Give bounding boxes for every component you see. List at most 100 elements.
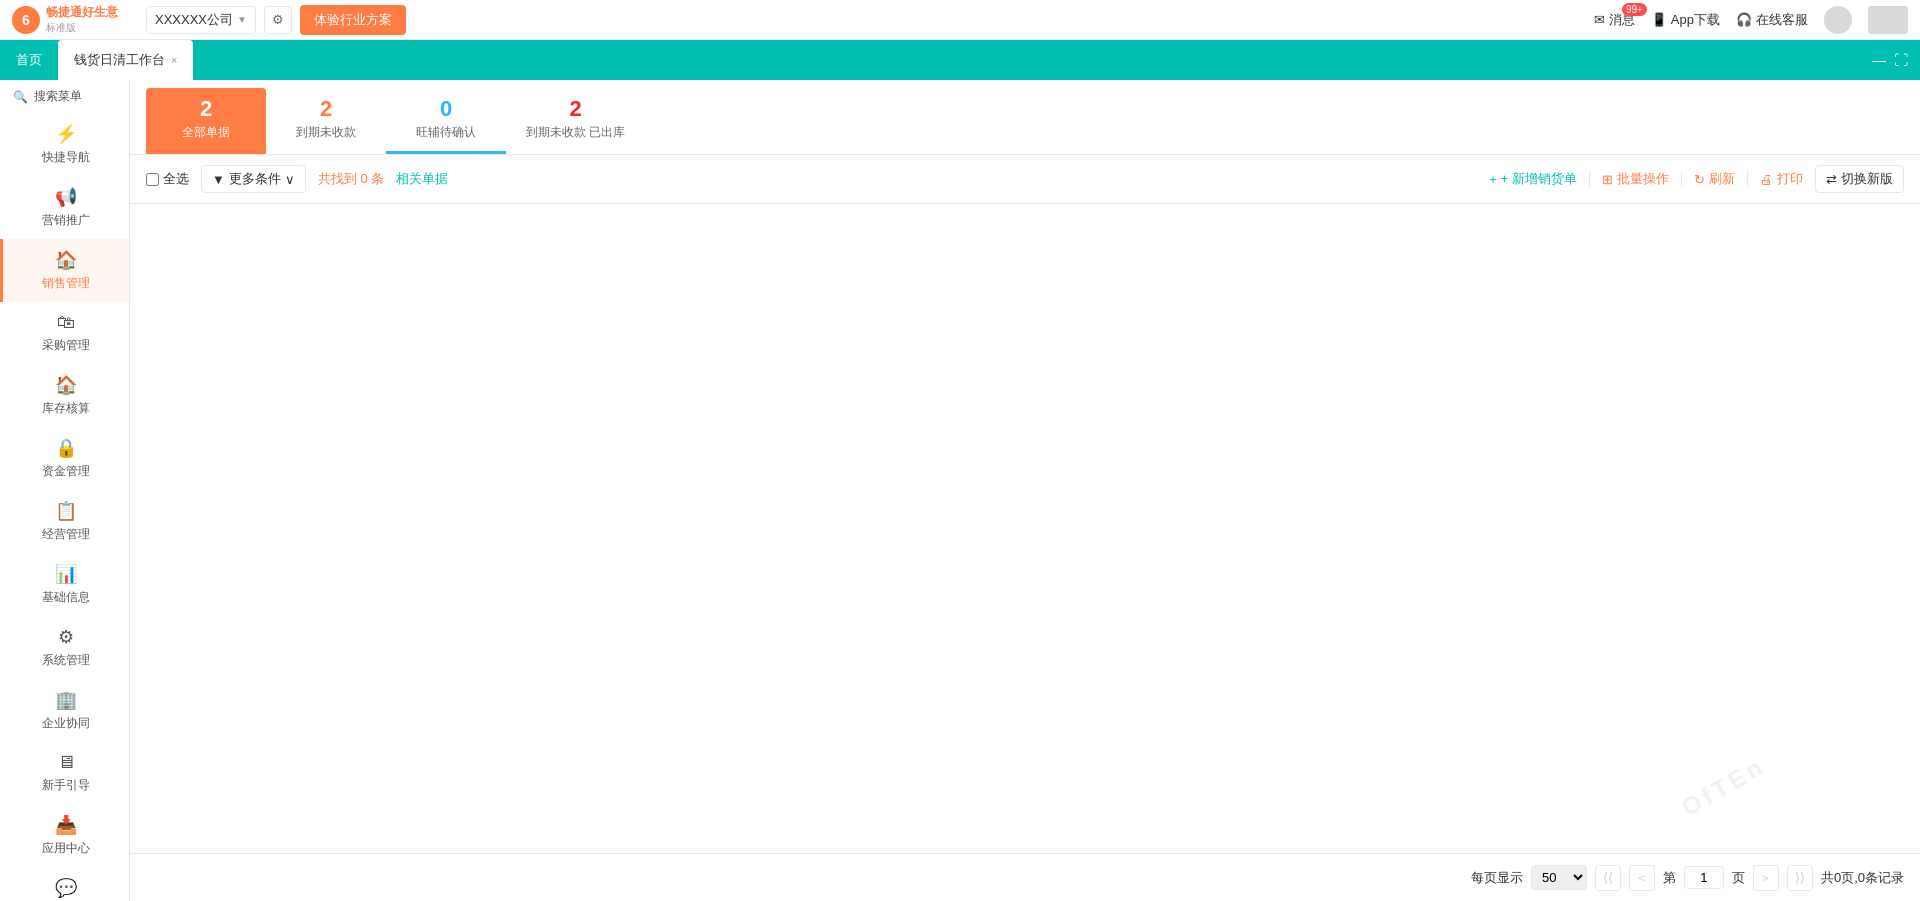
close-tab-icon[interactable]: ×: [171, 54, 177, 66]
toolbar-divider: [1589, 171, 1590, 187]
sidebar-item-operation[interactable]: 📋 经营管理: [0, 490, 129, 553]
sidebar: 🔍 搜索菜单 ⚡ 快捷导航 📢 营销推广 🏠 销售管理 🛍 采购管理 🏠 库存核…: [0, 80, 130, 901]
print-label: 打印: [1777, 170, 1803, 188]
sidebar-item-purchase[interactable]: 🛍 采购管理: [0, 302, 129, 364]
add-order-button[interactable]: + + 新增销货单: [1489, 170, 1577, 188]
sidebar-item-label: 营销推广: [42, 212, 90, 229]
settings-button[interactable]: ⚙: [264, 6, 292, 34]
pagination-bar: 每页显示 50 100 200 ⟨⟨ ＜ 第 页 ＞ ⟩⟩ 共0页,0条记录: [130, 853, 1920, 901]
stat-label-all: 全部单据: [166, 124, 246, 141]
guide-icon: 🖥: [57, 752, 75, 773]
batch-icon: ⊞: [1602, 172, 1613, 187]
add-icon: +: [1489, 172, 1497, 187]
basic-icon: 📊: [55, 563, 77, 585]
purchase-icon: 🛍: [57, 312, 75, 333]
stat-tab-overdue-out[interactable]: 2 到期未收款 已出库: [506, 88, 645, 154]
stats-tabs: 2 全部单据 2 到期未收款 0 旺辅待确认 2 到期未收款 已出库: [130, 80, 1920, 155]
company-name: XXXXXX公司: [155, 11, 233, 29]
nav-tab-active[interactable]: 钱货日清工作台 ×: [58, 40, 193, 80]
print-button[interactable]: 🖨 打印: [1760, 170, 1803, 188]
maximize-window-icon[interactable]: ⛶: [1894, 52, 1908, 68]
sidebar-item-quick-nav[interactable]: ⚡ 快捷导航: [0, 113, 129, 176]
company-selector[interactable]: XXXXXX公司 ▼: [146, 6, 256, 34]
add-label: + 新增销货单: [1501, 170, 1577, 188]
stat-num-pending: 0: [406, 96, 486, 122]
print-icon: 🖨: [1760, 172, 1773, 187]
refresh-label: 刷新: [1709, 170, 1735, 188]
sidebar-item-marketing[interactable]: 📢 营销推广: [0, 176, 129, 239]
switch-icon: ⇄: [1826, 172, 1837, 187]
batch-button[interactable]: ⊞ 批量操作: [1602, 170, 1669, 188]
sidebar-item-wechat[interactable]: 💬 企业微信: [0, 867, 129, 901]
per-page-select[interactable]: 50 100 200: [1531, 865, 1587, 890]
sidebar-item-label: 新手引导: [42, 777, 90, 794]
page-input[interactable]: [1684, 866, 1724, 889]
trial-button[interactable]: 体验行业方案: [300, 5, 406, 35]
home-tab-label: 首页: [16, 51, 42, 69]
related-orders-link[interactable]: 相关单据: [396, 170, 448, 188]
sidebar-item-system[interactable]: ⚙ 系统管理: [0, 616, 129, 679]
content-area: 2 全部单据 2 到期未收款 0 旺辅待确认 2 到期未收款 已出库 全选: [130, 80, 1920, 901]
found-prefix: 共找到: [318, 171, 357, 186]
logo-area: 6 畅捷通好生意 标准版: [12, 4, 118, 35]
next-page-button[interactable]: ＞: [1753, 865, 1779, 891]
wechat-icon: 💬: [55, 877, 77, 899]
refresh-icon: ↻: [1694, 172, 1705, 187]
marketing-icon: 📢: [55, 186, 77, 208]
sidebar-item-label: 快捷导航: [42, 149, 90, 166]
stat-label-overdue: 到期未收款: [286, 124, 366, 141]
online-service-button[interactable]: 🎧 在线客服: [1736, 11, 1808, 29]
select-all-label: 全选: [163, 170, 189, 188]
search-label: 搜索菜单: [34, 88, 82, 105]
sidebar-item-label: 采购管理: [42, 337, 90, 354]
avatar[interactable]: [1824, 6, 1852, 34]
nav-tab-home[interactable]: 首页: [0, 40, 58, 80]
message-icon: ✉: [1594, 12, 1605, 27]
refresh-button[interactable]: ↻ 刷新: [1694, 170, 1735, 188]
select-all-checkbox[interactable]: 全选: [146, 170, 189, 188]
sidebar-item-label: 系统管理: [42, 652, 90, 669]
company-arrow-icon: ▼: [237, 14, 247, 25]
minimize-window-icon[interactable]: —: [1872, 52, 1886, 68]
sidebar-item-inventory[interactable]: 🏠 库存核算: [0, 364, 129, 427]
batch-label: 批量操作: [1617, 170, 1669, 188]
appstore-icon: 📥: [55, 814, 77, 836]
download-icon: 📱: [1651, 12, 1667, 27]
settings-icon: ⚙: [272, 12, 284, 27]
page-suffix: 页: [1732, 869, 1745, 887]
active-tab-label: 钱货日清工作台: [74, 51, 165, 69]
logo-text: 畅捷通好生意 标准版: [46, 4, 118, 35]
user-name[interactable]: [1868, 6, 1908, 34]
sidebar-search[interactable]: 🔍 搜索菜单: [0, 80, 129, 113]
sidebar-item-sales[interactable]: 🏠 销售管理: [0, 239, 129, 302]
last-page-button[interactable]: ⟩⟩: [1787, 865, 1813, 891]
toolbar-left: 全选 ▼ 更多条件 ∨ 共找到 0 条 相关单据: [146, 165, 448, 193]
sidebar-item-finance[interactable]: 🔒 资金管理: [0, 427, 129, 490]
total-label: 共0页,0条记录: [1821, 869, 1904, 887]
sidebar-item-label: 基础信息: [42, 589, 90, 606]
select-all-input[interactable]: [146, 173, 159, 186]
app-download-button[interactable]: 📱 App下载: [1651, 11, 1720, 29]
sidebar-item-label: 企业协同: [42, 715, 90, 732]
switch-version-button[interactable]: ⇄ 切换新版: [1815, 165, 1904, 193]
first-page-button[interactable]: ⟨⟨: [1595, 865, 1621, 891]
found-text: 共找到 0 条: [318, 170, 384, 188]
sidebar-item-basic[interactable]: 📊 基础信息: [0, 553, 129, 616]
prev-page-button[interactable]: ＜: [1629, 865, 1655, 891]
stat-tab-pending[interactable]: 0 旺辅待确认: [386, 88, 506, 154]
service-icon: 🎧: [1736, 12, 1752, 27]
search-icon: 🔍: [13, 90, 28, 104]
filter-label: 更多条件: [229, 170, 281, 188]
stat-tab-all[interactable]: 2 全部单据: [146, 88, 266, 154]
inventory-icon: 🏠: [55, 374, 77, 396]
filter-button[interactable]: ▼ 更多条件 ∨: [201, 165, 306, 193]
system-icon: ⚙: [58, 626, 74, 648]
sidebar-item-appstore[interactable]: 📥 应用中心: [0, 804, 129, 867]
message-button[interactable]: ✉ 消息 99+: [1594, 11, 1635, 29]
stat-tab-overdue[interactable]: 2 到期未收款: [266, 88, 386, 154]
stat-label-overdue-out: 到期未收款 已出库: [526, 124, 625, 141]
online-service-label: 在线客服: [1756, 11, 1808, 29]
switch-label: 切换新版: [1841, 170, 1893, 188]
sidebar-item-guide[interactable]: 🖥 新手引导: [0, 742, 129, 804]
sidebar-item-coop[interactable]: 🏢 企业协同: [0, 679, 129, 742]
